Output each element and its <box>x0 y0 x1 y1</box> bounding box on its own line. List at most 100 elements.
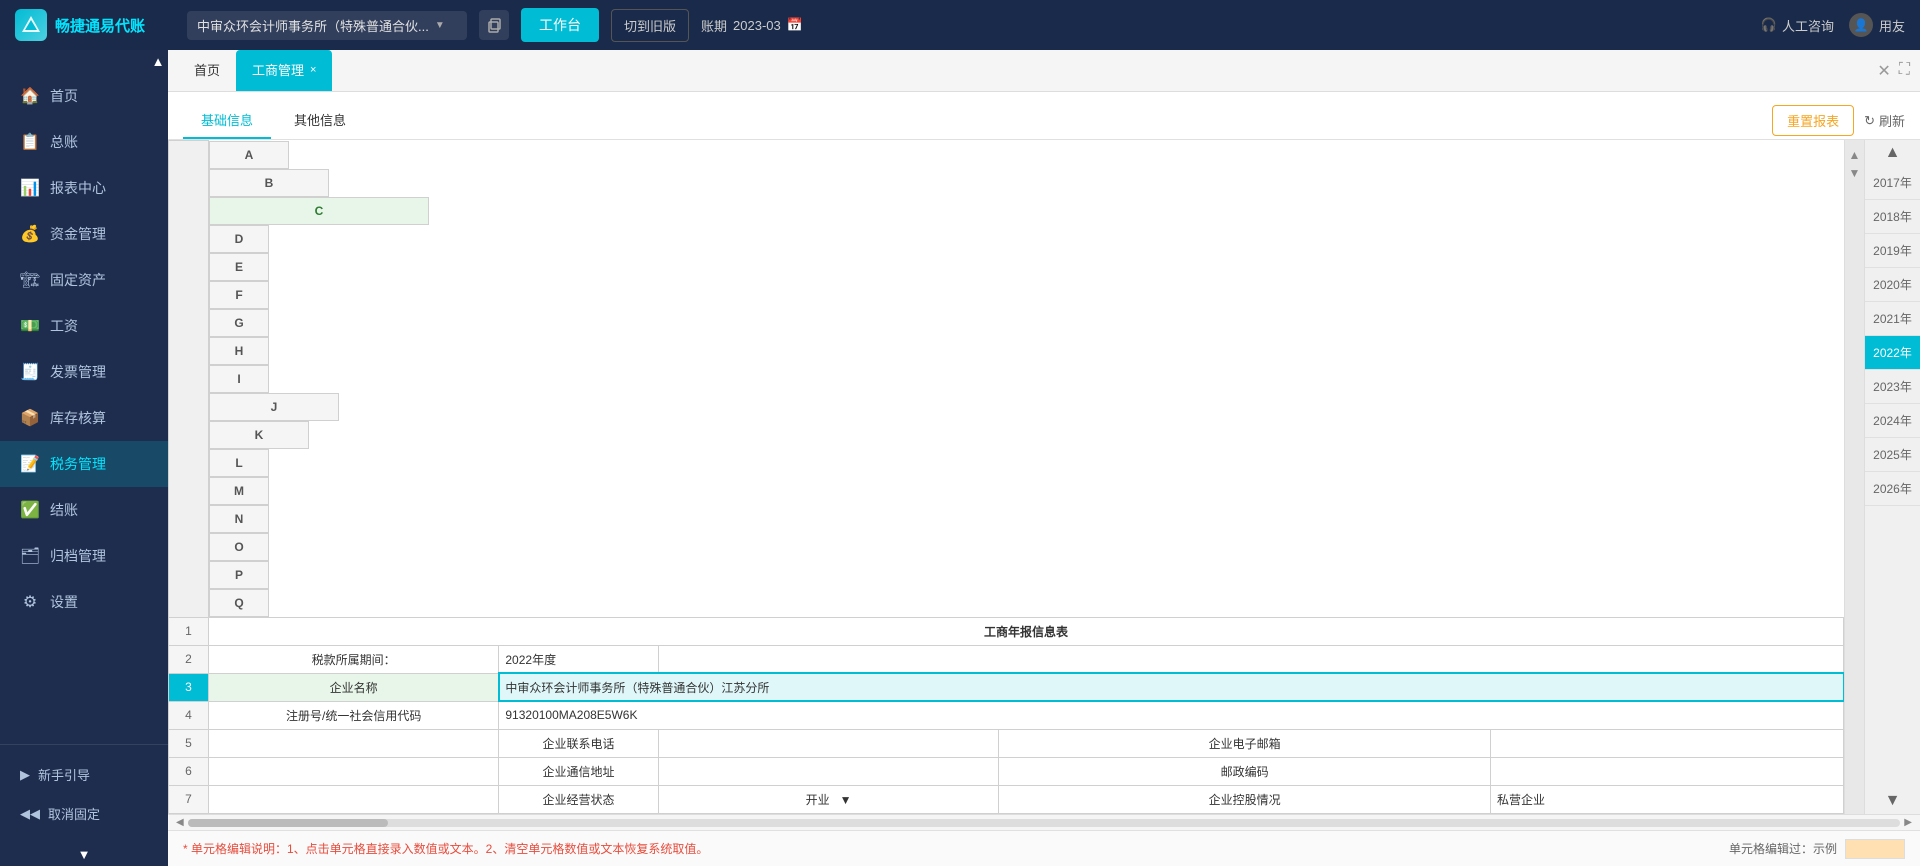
workbench-button[interactable]: 工作台 <box>521 8 599 42</box>
cell-5-k[interactable] <box>1491 729 1844 757</box>
sidebar-scroll-up[interactable]: ▲ <box>148 50 168 73</box>
year-item-2017[interactable]: 2017年 <box>1865 166 1920 200</box>
spreadsheet-container[interactable]: A B C D E F G H I J K L <box>168 140 1844 814</box>
year-item-2018[interactable]: 2018年 <box>1865 200 1920 234</box>
salary-icon: 💵 <box>20 316 40 336</box>
col-header-d: D <box>209 225 269 253</box>
col-header-i: I <box>209 365 269 393</box>
collapse-panel[interactable]: ▲ ▼ <box>1844 140 1864 814</box>
sidebar-scroll-down[interactable]: ▼ <box>0 843 168 866</box>
cell-7-status[interactable]: 开业 ▼ <box>658 785 999 813</box>
cell-3-ab[interactable]: 企业名称 <box>209 673 499 701</box>
year-item-2021[interactable]: 2021年 <box>1865 302 1920 336</box>
sidebar-item-label: 设置 <box>50 592 78 612</box>
cell-6-label[interactable]: 企业通信地址 <box>499 757 658 785</box>
sidebar-item-label: 资金管理 <box>50 224 106 244</box>
cell-2-c[interactable]: 2022年度 <box>499 645 658 673</box>
sub-tab-other-label: 其他信息 <box>294 113 346 128</box>
tab-home[interactable]: 首页 <box>178 50 236 91</box>
user-area[interactable]: 👤 用友 <box>1849 13 1905 37</box>
copy-button[interactable] <box>479 10 509 40</box>
year-item-2020[interactable]: 2020年 <box>1865 268 1920 302</box>
sidebar-item-assets[interactable]: 🏗 固定资产 <box>0 257 168 303</box>
sub-tab-basic[interactable]: 基础信息 <box>183 102 271 139</box>
sub-tab-other[interactable]: 其他信息 <box>276 102 364 139</box>
scroll-thumb[interactable] <box>188 819 388 827</box>
year-item-2024[interactable]: 2024年 <box>1865 404 1920 438</box>
cell-5-val[interactable] <box>658 729 999 757</box>
tab-close-all-icon[interactable]: ✕ <box>1877 61 1890 81</box>
cell-4-ab[interactable]: 注册号/统一社会信用代码 <box>209 701 499 729</box>
sidebar-item-report[interactable]: 📊 报表中心 <box>0 165 168 211</box>
sidebar-item-salary[interactable]: 💵 工资 <box>0 303 168 349</box>
assets-icon: 🏗 <box>20 270 40 290</box>
period-value: 2023-03 <box>733 18 781 33</box>
horizontal-scrollbar[interactable]: ◀ ▶ <box>168 814 1920 830</box>
table-row: 7 企业经营状态 开业 ▼ 企业控股情况 私营企业 <box>169 785 1844 813</box>
content-area: 首页 工商管理 × ✕ ⛶ 基础信息 其他信息 重置报 <box>168 50 1920 866</box>
year-item-2023[interactable]: 2023年 <box>1865 370 1920 404</box>
year-item-2022[interactable]: 2022年 <box>1865 336 1920 370</box>
year-item-2025[interactable]: 2025年 <box>1865 438 1920 472</box>
cell-2-a[interactable]: 税款所属期间： <box>209 645 499 673</box>
year-scroll-up-button[interactable]: ▲ <box>1865 140 1920 166</box>
row-num-4: 4 <box>169 701 209 729</box>
dropdown-icon: ▼ <box>435 20 445 31</box>
sidebar-item-label: 工资 <box>50 316 78 336</box>
cell-8-label[interactable]: 主营业务活动 <box>499 813 658 814</box>
cell-4-c[interactable]: 91320100MA208E5W6K <box>499 701 1844 729</box>
cell-7-j[interactable]: 企业控股情况 <box>999 785 1491 813</box>
col-header-p: P <box>209 561 269 589</box>
scroll-left-arrow[interactable]: ◀ <box>172 817 188 828</box>
table-row: 4 注册号/统一社会信用代码 91320100MA208E5W6K <box>169 701 1844 729</box>
tab-close-icon[interactable]: × <box>310 64 316 76</box>
sidebar-item-label: 库存核算 <box>50 408 106 428</box>
sidebar-item-archive[interactable]: 🗂 归档管理 <box>0 533 168 579</box>
inventory-icon: 📦 <box>20 408 40 428</box>
cell-1-title[interactable]: 工商年报信息表 <box>209 617 1844 645</box>
reset-report-button[interactable]: 重置报表 <box>1772 105 1854 136</box>
company-selector[interactable]: 中审众环会计师事务所（特殊普通合伙... ▼ <box>187 11 467 40</box>
calendar-icon[interactable]: 📅 <box>787 17 803 33</box>
cell-6-val[interactable] <box>658 757 999 785</box>
sidebar-item-unpin[interactable]: ◀◀ 取消固定 <box>0 794 168 833</box>
scroll-right-arrow[interactable]: ▶ <box>1900 817 1916 828</box>
sidebar-item-close[interactable]: ✅ 结账 <box>0 487 168 533</box>
sidebar-item-home[interactable]: 🏠 首页 <box>0 73 168 119</box>
year-scroll-down-button[interactable]: ▼ <box>1865 788 1920 814</box>
sidebar-item-invoice[interactable]: 🧾 发票管理 <box>0 349 168 395</box>
scroll-track[interactable] <box>188 819 1901 827</box>
year-item-2019[interactable]: 2019年 <box>1865 234 1920 268</box>
sidebar-item-settings[interactable]: ⚙ 设置 <box>0 579 168 625</box>
year-item-2026[interactable]: 2026年 <box>1865 472 1920 506</box>
sidebar-item-label: 归档管理 <box>50 546 106 566</box>
cell-5-label[interactable]: 企业联系电话 <box>499 729 658 757</box>
service-button[interactable]: 🎧 人工咨询 <box>1761 16 1834 35</box>
cell-5-j[interactable]: 企业电子邮箱 <box>999 729 1491 757</box>
col-header-c: C <box>209 197 429 225</box>
year-list: 2017年 2018年 2019年 2020年 2021年 2022年 2023… <box>1865 166 1920 788</box>
cell-3-c[interactable]: 中审众环会计师事务所（特殊普通合伙）江苏分所 <box>499 673 1844 701</box>
user-avatar: 👤 <box>1849 13 1873 37</box>
cell-7-label[interactable]: 企业经营状态 <box>499 785 658 813</box>
tab-commerce-label: 工商管理 <box>252 60 304 79</box>
tab-commerce[interactable]: 工商管理 × <box>236 50 332 91</box>
sidebar-item-funds[interactable]: 💰 资金管理 <box>0 211 168 257</box>
row-num-5: 5 <box>169 729 209 757</box>
cell-6-k[interactable] <box>1491 757 1844 785</box>
col-header-k: K <box>209 421 309 449</box>
cell-8-val[interactable]: 审查企业会计报表；出具审计报告；验证企业资本；出具验资报告；办理企业合开、分立、… <box>658 813 1843 814</box>
col-header-e: E <box>209 253 269 281</box>
cell-6-j[interactable]: 邮政编码 <box>999 757 1491 785</box>
ledger-icon: 📋 <box>20 132 40 152</box>
cell-7-k[interactable]: 私营企业 <box>1491 785 1844 813</box>
sidebar-item-tax[interactable]: 📝 税务管理 <box>0 441 168 487</box>
sidebar-item-ledger[interactable]: 📋 总账 <box>0 119 168 165</box>
row-num-1: 1 <box>169 617 209 645</box>
page-content: 基础信息 其他信息 重置报表 ↻ 刷新 <box>168 92 1920 866</box>
old-version-button[interactable]: 切到旧版 <box>611 9 689 42</box>
sidebar-item-guide[interactable]: ▶ 新手引导 <box>0 755 168 794</box>
refresh-button[interactable]: ↻ 刷新 <box>1864 111 1905 130</box>
sidebar-item-inventory[interactable]: 📦 库存核算 <box>0 395 168 441</box>
tab-expand-icon[interactable]: ⛶ <box>1899 61 1910 81</box>
